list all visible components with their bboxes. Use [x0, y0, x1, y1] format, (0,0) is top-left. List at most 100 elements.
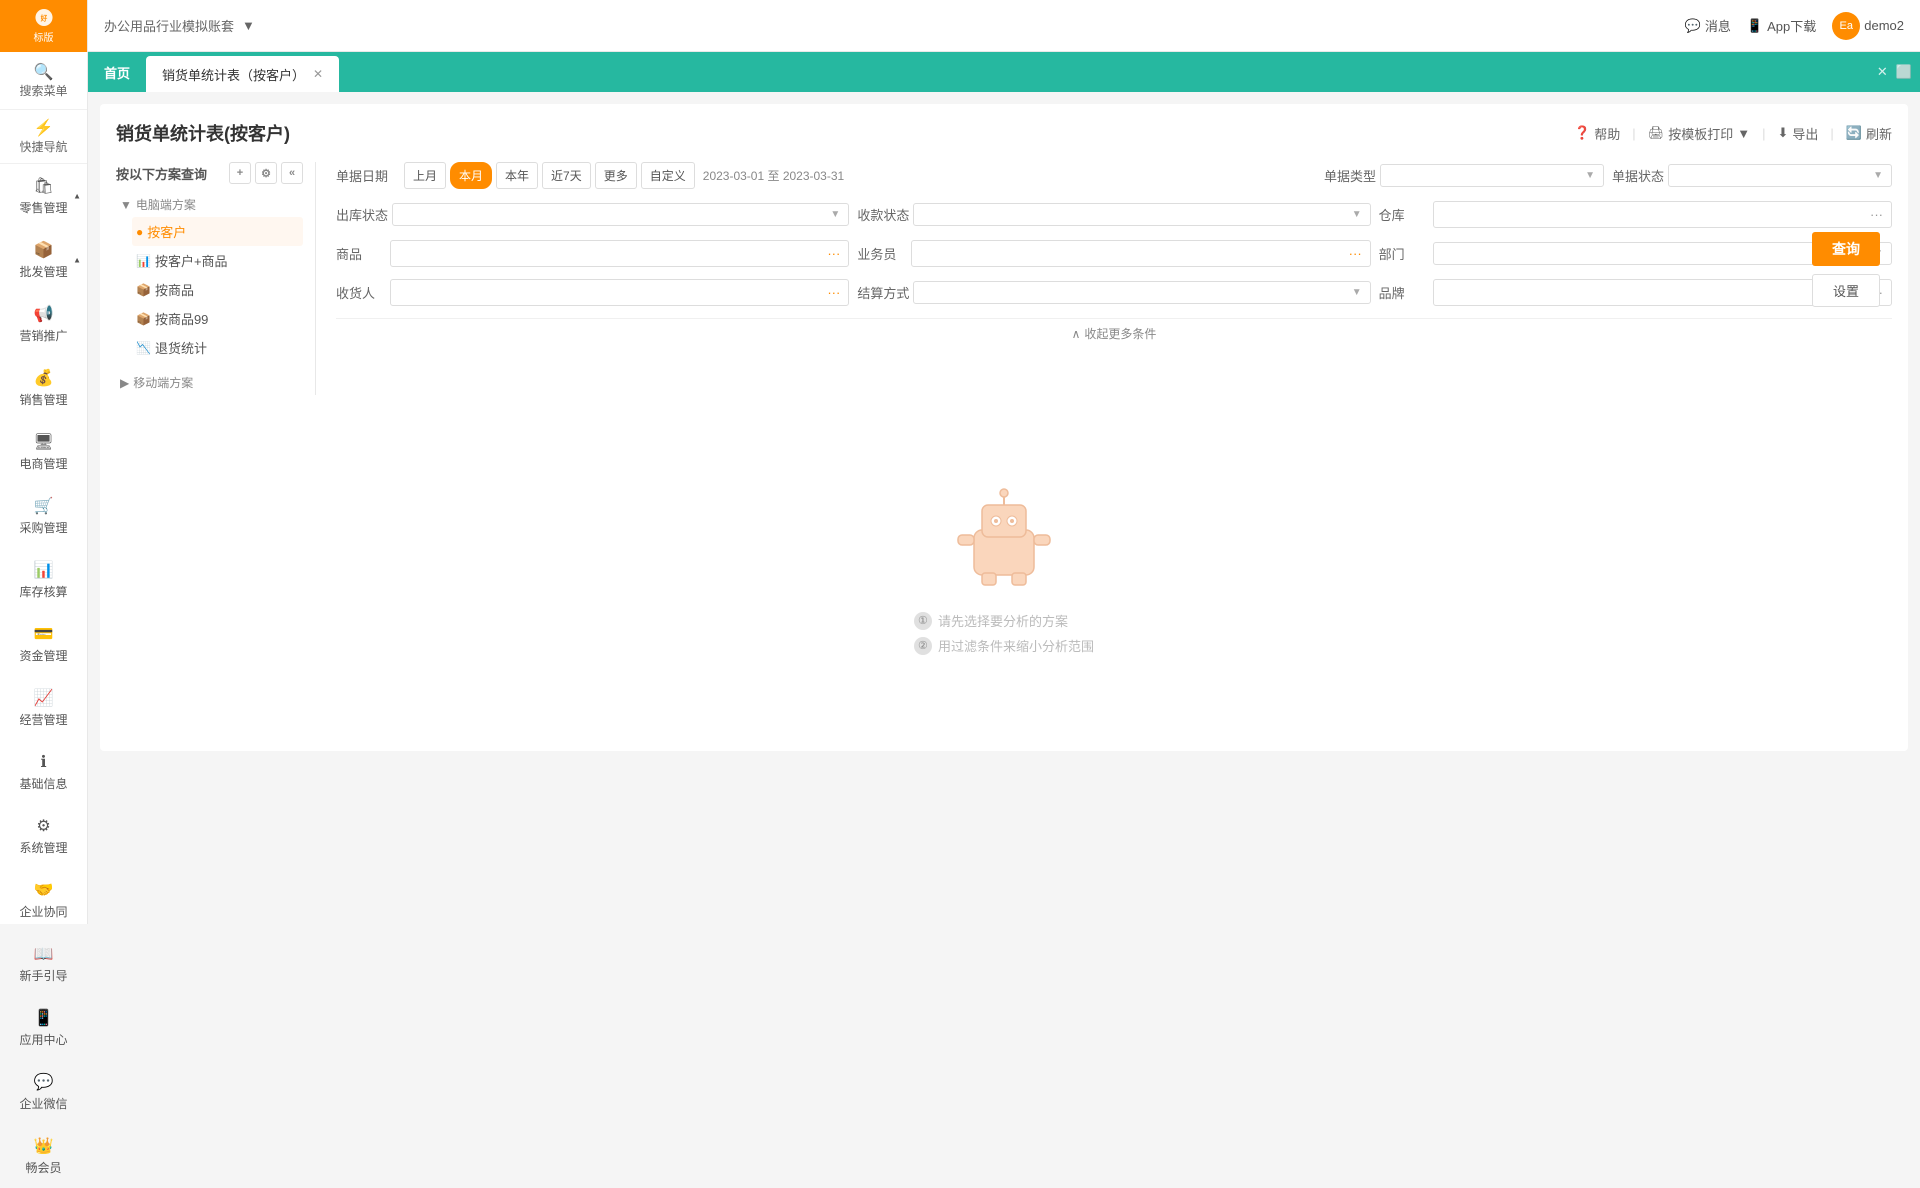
date-btn-this-month[interactable]: 本月	[450, 162, 492, 189]
sidebar-item-wholesale-mgmt[interactable]: 📦 批发管理	[0, 228, 87, 292]
sidebar-item-operations[interactable]: 📈 经营管理	[0, 676, 87, 740]
home-tab-label: 首页	[104, 63, 130, 82]
filter-row-3: 商品 ··· 业务员 ··· 部门	[336, 240, 1892, 267]
date-btn-last-7[interactable]: 近7天	[542, 162, 591, 189]
download-icon: 📱	[1747, 18, 1763, 34]
sidebar-item-basic-info[interactable]: ℹ 基础信息	[0, 740, 87, 804]
app-logo[interactable]: 好 标版	[0, 0, 87, 52]
hint-num-1: ①	[914, 612, 932, 630]
marketing-icon: 📢	[34, 304, 54, 324]
sidebar-item-inventory[interactable]: 📊 库存核算	[0, 548, 87, 612]
maximize-icon[interactable]: ⬜	[1896, 64, 1912, 80]
sidebar-item-retail-mgmt[interactable]: 🛍 零售管理	[0, 164, 87, 228]
out-status-col: 出库状态 ▼	[336, 203, 849, 226]
print-template-btn[interactable]: 🖨 按模板打印 ▼	[1648, 124, 1750, 143]
sidebar-item-new-user[interactable]: 📖 新手引导	[0, 932, 87, 996]
dropdown-arrow-icon: ▼	[242, 18, 255, 33]
refresh-btn[interactable]: 🔄 刷新	[1846, 124, 1892, 143]
user-profile[interactable]: Ea demo2	[1832, 12, 1904, 40]
date-btn-custom[interactable]: 自定义	[641, 162, 695, 189]
sidebar-item-finance[interactable]: 💳 资金管理	[0, 612, 87, 676]
help-btn[interactable]: ❓ 帮助	[1574, 124, 1620, 143]
product-select[interactable]: ···	[390, 240, 849, 267]
settings-btn[interactable]: 设置	[1812, 274, 1880, 307]
out-status-select[interactable]: ▼	[392, 203, 849, 226]
tab-close-icon[interactable]: ✕	[313, 67, 323, 81]
sidebar-item-purchase[interactable]: 🛒 采购管理	[0, 484, 87, 548]
filter-row-4: 收货人 ··· 结算方式 ▼	[336, 279, 1892, 306]
topbar-dropdown[interactable]: ▼	[242, 18, 255, 33]
tree-item-by-product[interactable]: 📦 按商品	[132, 275, 303, 304]
tab-sales-stats[interactable]: 销货单统计表（按客户） ✕	[146, 56, 339, 92]
divider1: |	[1632, 126, 1635, 141]
receiver-col: 收货人 ···	[336, 279, 849, 306]
warehouse-label: 仓库	[1379, 205, 1429, 224]
out-status-arrow: ▼	[830, 209, 840, 220]
add-icon: +	[237, 167, 243, 179]
message-btn[interactable]: 💬 消息	[1685, 16, 1731, 35]
customer-product-icon: 📊	[136, 254, 151, 268]
add-scheme-btn[interactable]: +	[229, 162, 251, 184]
receiver-dots: ···	[827, 285, 840, 300]
page-actions: ❓ 帮助 | 🖨 按模板打印 ▼ | ⬇ 导出 |	[1574, 124, 1892, 143]
collapse-panel-btn[interactable]: «	[281, 162, 303, 184]
collection-arrow: ▼	[1352, 209, 1362, 220]
tree-item-by-product99[interactable]: 📦 按商品99	[132, 304, 303, 333]
action-buttons: 查询 设置	[1812, 232, 1880, 307]
salesman-dots: ···	[1349, 246, 1362, 261]
query-btn[interactable]: 查询	[1812, 232, 1880, 266]
message-icon: 💬	[1685, 18, 1701, 34]
export-btn[interactable]: ⬇ 导出	[1777, 124, 1818, 143]
collapse-bar[interactable]: ∧ 收起更多条件	[336, 318, 1892, 348]
tab-home[interactable]: 首页	[88, 52, 146, 92]
tree-group-desktop[interactable]: ▼ 电脑端方案	[116, 192, 303, 217]
sidebar-item-system[interactable]: ⚙ 系统管理	[0, 804, 87, 868]
brand-label: 品牌	[1379, 283, 1429, 302]
left-panel-header: 按以下方案查询 + ⚙ «	[116, 162, 303, 184]
tree-group-mobile[interactable]: ▶ 移动端方案	[116, 370, 303, 395]
doc-status-col: 单据状态 ▼	[1612, 164, 1892, 187]
right-filters: 单据日期 上月 本月 本年 近7天 更多 自定义 2023-03-01 至 20…	[324, 162, 1892, 395]
settings-scheme-btn[interactable]: ⚙	[255, 162, 277, 184]
tree-item-by-customer-product[interactable]: 📊 按客户+商品	[132, 246, 303, 275]
date-btn-last-month[interactable]: 上月	[404, 162, 446, 189]
empty-state: ① 请先选择要分析的方案 ② 用过滤条件来缩小分析范围	[116, 395, 1892, 735]
page-header: 销货单统计表(按客户) ❓ 帮助 | 🖨 按模板打印 ▼ | ⬇	[116, 120, 1892, 146]
sidebar-item-app-center[interactable]: 📱 应用中心	[0, 996, 87, 1060]
date-btn-this-year[interactable]: 本年	[496, 162, 538, 189]
sidebar-item-search-menu[interactable]: 🔍 搜索菜单	[0, 52, 87, 110]
salesman-select[interactable]: ···	[911, 240, 1370, 267]
sidebar-item-marketing[interactable]: 📢 营销推广	[0, 292, 87, 356]
receiver-select[interactable]: ···	[390, 279, 849, 306]
date-options-group: 上月 本月 本年 近7天 更多 自定义 2023-03-01 至 2023-03…	[404, 162, 1316, 189]
out-status-label: 出库状态	[336, 205, 388, 224]
close-window-icon[interactable]: ✕	[1877, 64, 1888, 80]
warehouse-select[interactable]: ···	[1433, 201, 1892, 228]
salesman-col: 业务员 ···	[857, 240, 1370, 267]
sidebar-item-vip[interactable]: 👑 畅会员	[0, 1124, 87, 1188]
sidebar-item-sales-mgmt[interactable]: 💰 销售管理	[0, 356, 87, 420]
hint-item-2: ② 用过滤条件来缩小分析范围	[914, 636, 1094, 655]
tree-item-return-stats[interactable]: 📉 退货统计	[132, 333, 303, 362]
topbar-right: 💬 消息 📱 App下载 Ea demo2	[1685, 12, 1904, 40]
refresh-icon: 🔄	[1846, 125, 1862, 141]
filter-row-2: 出库状态 ▼ 收款状态 ▼	[336, 201, 1892, 228]
date-label: 单据日期	[336, 166, 396, 185]
collection-select[interactable]: ▼	[913, 203, 1370, 226]
user-avatar: Ea	[1832, 12, 1860, 40]
customer-icon: ●	[136, 225, 143, 239]
doc-status-select[interactable]: ▼	[1668, 164, 1892, 187]
tree-item-by-customer[interactable]: ● 按客户	[132, 217, 303, 246]
empty-state-hints: ① 请先选择要分析的方案 ② 用过滤条件来缩小分析范围	[914, 611, 1094, 655]
sidebar-item-enterprise-wechat[interactable]: 💬 企业微信	[0, 1060, 87, 1124]
settlement-select[interactable]: ▼	[913, 281, 1370, 304]
settlement-col: 结算方式 ▼	[857, 281, 1370, 304]
doc-type-select[interactable]: ▼	[1380, 164, 1604, 187]
collapse-panel-icon: «	[289, 167, 295, 179]
topbar-left: 办公用品行业模拟账套 ▼	[104, 16, 255, 35]
sidebar-item-ecommerce[interactable]: 🖥 电商管理	[0, 420, 87, 484]
sidebar-item-quick-nav[interactable]: ⚡ 快捷导航	[0, 110, 87, 164]
app-download-btn[interactable]: 📱 App下载	[1747, 16, 1816, 35]
sidebar-item-enterprise-collab[interactable]: 🤝 企业协同	[0, 868, 87, 932]
date-btn-more[interactable]: 更多	[595, 162, 637, 189]
